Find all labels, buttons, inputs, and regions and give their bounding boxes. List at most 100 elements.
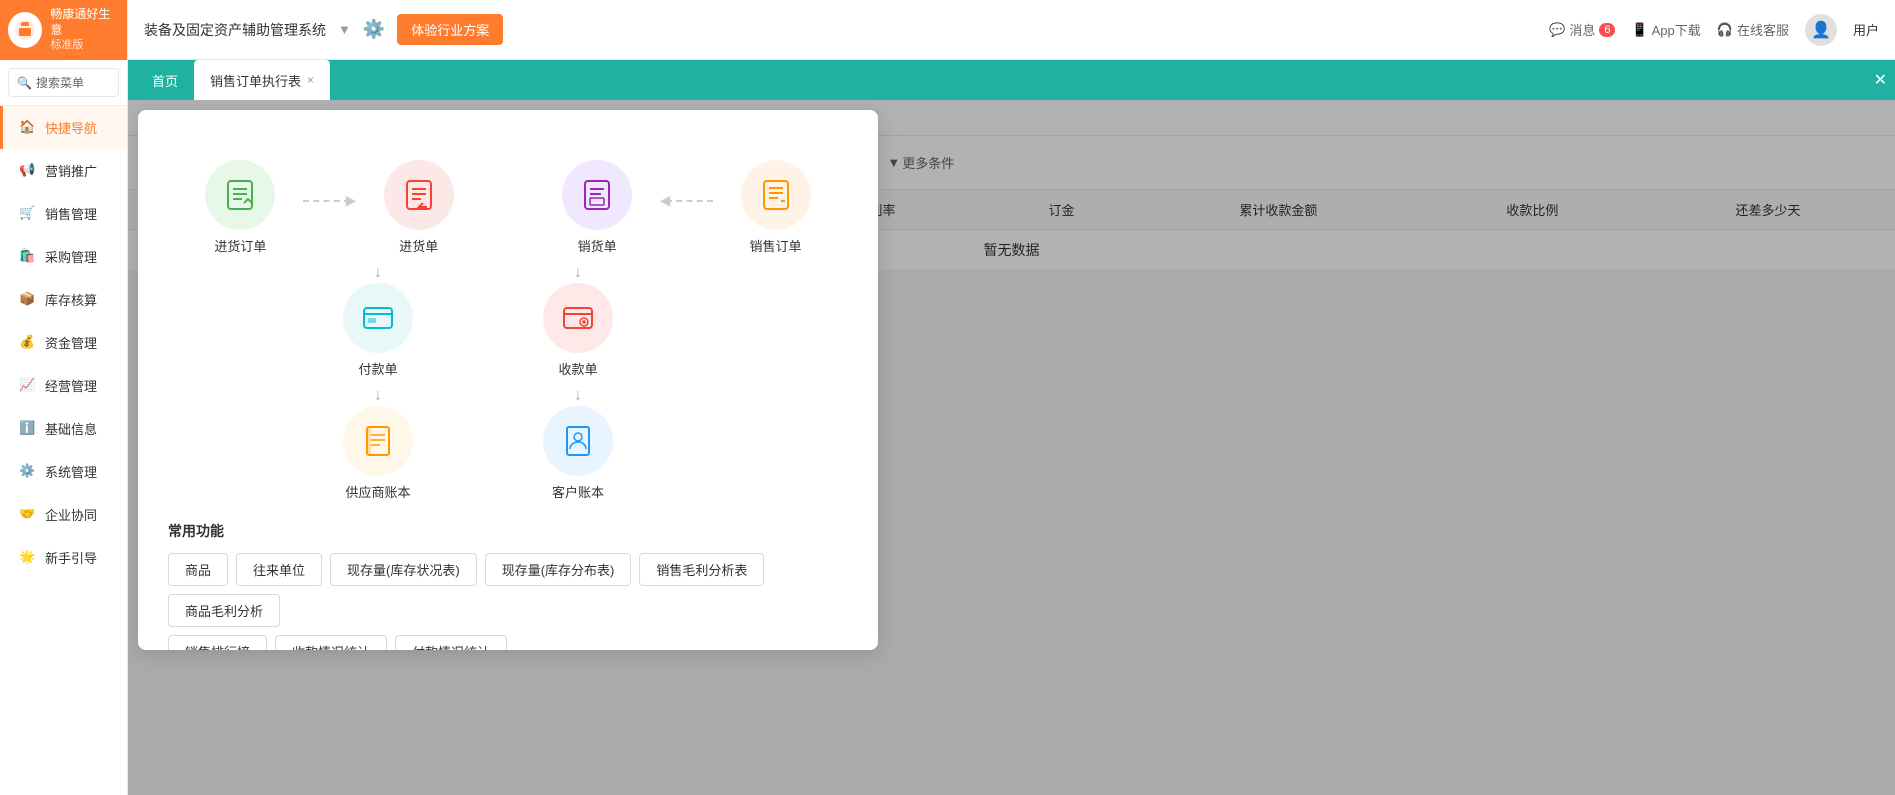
finance-icon: 💰	[19, 334, 37, 352]
payment-bill-label: 付款单	[358, 359, 397, 378]
common-btn-inventory-status[interactable]: 现存量(库存状况表)	[330, 553, 477, 586]
online-service-button[interactable]: 🎧 在线客服	[1717, 20, 1789, 39]
bottom-row: ↓ 供应商账本 ↓	[178, 386, 838, 501]
flow-col-receipt: ↓ 收款单	[508, 263, 648, 378]
receipt-bill-circle	[543, 283, 613, 353]
download-icon: 📱	[1631, 22, 1647, 38]
sidebar-search-area: 🔍 搜索菜单	[0, 60, 127, 106]
tab-close-button[interactable]: ×	[307, 73, 314, 87]
customer-account-label: 客户账本	[552, 482, 604, 501]
purchase-icon: 🛍️	[19, 248, 37, 266]
sales-bill-label: 销货单	[578, 236, 617, 255]
arrow-receipt-to-customer: ↓	[574, 386, 582, 406]
flow-node-purchase-order: 进货订单	[178, 160, 303, 255]
common-btn-product-profit[interactable]: 商品毛利分析	[168, 594, 280, 627]
coop-icon: 🤝	[19, 506, 37, 524]
common-buttons-row2: 销售排行榜 收款情况统计 付款情况统计	[168, 635, 848, 650]
sidebar-item-quick-guide[interactable]: 🏠 快捷导航	[0, 106, 127, 149]
flow-col-customer: ↓ 客户账本	[508, 386, 648, 501]
sidebar-item-marketing[interactable]: 📢 营销推广	[0, 149, 127, 192]
sales-order-label: 销售订单	[750, 236, 802, 255]
common-btn-sales-profit[interactable]: 销售毛利分析表	[639, 553, 764, 586]
message-badge: 6	[1599, 23, 1615, 37]
purchase-order-circle	[205, 160, 275, 230]
message-icon: 💬	[1549, 22, 1565, 38]
tab-sales-order[interactable]: 销售订单执行表 ×	[194, 60, 330, 100]
home-icon: 🏠	[19, 119, 37, 137]
headset-icon: 🎧	[1717, 22, 1733, 38]
purchase-bill-label: 进货单	[399, 236, 438, 255]
newbie-icon: 🌟	[19, 549, 37, 567]
common-btn-payment-stats[interactable]: 付款情况统计	[395, 635, 507, 650]
common-functions-title: 常用功能	[168, 521, 848, 541]
common-buttons-row1: 商品 往来单位 现存量(库存状况表) 现存量(库存分布表) 销售毛利分析表 商品…	[168, 553, 848, 627]
sidebar-item-system[interactable]: ⚙️ 系统管理	[0, 450, 127, 493]
system-title: 装备及固定资产辅助管理系统	[144, 20, 326, 40]
sidebar-nav: 🏠 快捷导航 📢 营销推广 🛒 销售管理 🛍️ 采购管理 📦 库存核算 💰	[0, 106, 127, 795]
arrow-payment-to-supplier: ↓	[374, 386, 382, 406]
user-label: 用户	[1853, 20, 1879, 39]
middle-row: ↓ 付款单 ↓	[178, 263, 838, 378]
flow-node-purchase-bill: 进货单	[356, 160, 481, 255]
experience-button[interactable]: 体验行业方案	[397, 14, 503, 45]
sidebar-item-purchase[interactable]: 🛍️ 采购管理	[0, 235, 127, 278]
chevron-down-icon: ▼	[338, 22, 351, 37]
purchase-bill-circle	[384, 160, 454, 230]
sidebar-item-operations[interactable]: 📈 经营管理	[0, 364, 127, 407]
sales-order-circle	[741, 160, 811, 230]
active-tab-label: 销售订单执行表	[210, 71, 301, 90]
tab-home[interactable]: 首页	[136, 60, 194, 100]
common-btn-product[interactable]: 商品	[168, 553, 228, 586]
sidebar: 畅康通好生意 标准版 🔍 搜索菜单 🏠 快捷导航 📢 营销推广 🛒 销售管理	[0, 0, 128, 795]
arrow-purchase-order-to-bill: ▶	[303, 160, 357, 209]
receipt-bill-label: 收款单	[558, 359, 597, 378]
sidebar-item-finance[interactable]: 💰 资金管理	[0, 321, 127, 364]
flow-node-sales-bill: 销货单	[535, 160, 660, 255]
arrow-sales-order-to-bill: ◀	[660, 160, 714, 209]
main-content: 装备及固定资产辅助管理系统 ▼ ⚙️ 体验行业方案 💬 消息 6 📱 App下载…	[128, 0, 1895, 795]
tab-bar-close-button[interactable]: ✕	[1874, 70, 1887, 90]
arrow-purchase-bill-to-payment: ↓	[374, 263, 382, 283]
app-download-button[interactable]: 📱 App下载	[1631, 20, 1700, 39]
inventory-icon: 📦	[19, 291, 37, 309]
common-btn-receipt-stats[interactable]: 收款情况统计	[275, 635, 387, 650]
supplier-account-label: 供应商账本	[345, 482, 410, 501]
common-btn-customer-unit[interactable]: 往来单位	[236, 553, 322, 586]
modal-overlay[interactable]: 进货订单 ▶	[128, 100, 1895, 795]
purchase-order-label: 进货订单	[214, 236, 266, 255]
sales-bill-circle	[562, 160, 632, 230]
sidebar-item-basic-info[interactable]: ℹ️ 基础信息	[0, 407, 127, 450]
system-icon: ⚙️	[19, 463, 37, 481]
sidebar-item-inventory[interactable]: 📦 库存核算	[0, 278, 127, 321]
message-button[interactable]: 💬 消息 6	[1549, 20, 1615, 39]
supplier-account-circle	[343, 406, 413, 476]
customer-account-circle	[543, 406, 613, 476]
arrow-sales-bill-to-receipt: ↓	[574, 263, 582, 283]
top-header: 装备及固定资产辅助管理系统 ▼ ⚙️ 体验行业方案 💬 消息 6 📱 App下载…	[128, 0, 1895, 60]
system-dropdown[interactable]: ▼	[338, 22, 351, 37]
sidebar-item-sales[interactable]: 🛒 销售管理	[0, 192, 127, 235]
user-icon: 👤	[1811, 20, 1831, 40]
search-menu-button[interactable]: 🔍 搜索菜单	[8, 68, 119, 97]
common-functions-section: 常用功能 商品 往来单位 现存量(库存状况表) 现存量(库存分布表) 销售毛利分…	[168, 521, 848, 650]
flow-col-payment: ↓ 付款单	[308, 263, 448, 378]
payment-bill-circle	[343, 283, 413, 353]
sidebar-item-cooperation[interactable]: 🤝 企业协同	[0, 493, 127, 536]
flow-col-supplier: ↓ 供应商账本	[308, 386, 448, 501]
common-btn-inventory-dist[interactable]: 现存量(库存分布表)	[485, 553, 632, 586]
user-avatar[interactable]: 👤	[1805, 14, 1837, 46]
settings-button[interactable]: ⚙️	[363, 19, 385, 40]
logo-icon	[8, 12, 42, 48]
sidebar-item-newbie[interactable]: 🌟 新手引导	[0, 536, 127, 579]
operations-icon: 📈	[19, 377, 37, 395]
modal-box: 进货订单 ▶	[138, 110, 878, 650]
sidebar-logo: 畅康通好生意 标准版	[0, 0, 127, 60]
megaphone-icon: 📢	[19, 162, 37, 180]
cart-icon: 🛒	[19, 205, 37, 223]
search-icon: 🔍	[17, 76, 32, 90]
page-area: ❓ 帮助 🖨️ 按模板打印 ▼ 📤 导出 ▼ 🔄 刷新	[128, 100, 1895, 795]
header-actions: 💬 消息 6 📱 App下载 🎧 在线客服 👤 用户	[1549, 14, 1879, 46]
tab-bar: 首页 销售订单执行表 × ✕	[128, 60, 1895, 100]
flow-diagram: 进货订单 ▶	[168, 140, 848, 521]
common-btn-sales-ranking[interactable]: 销售排行榜	[168, 635, 267, 650]
